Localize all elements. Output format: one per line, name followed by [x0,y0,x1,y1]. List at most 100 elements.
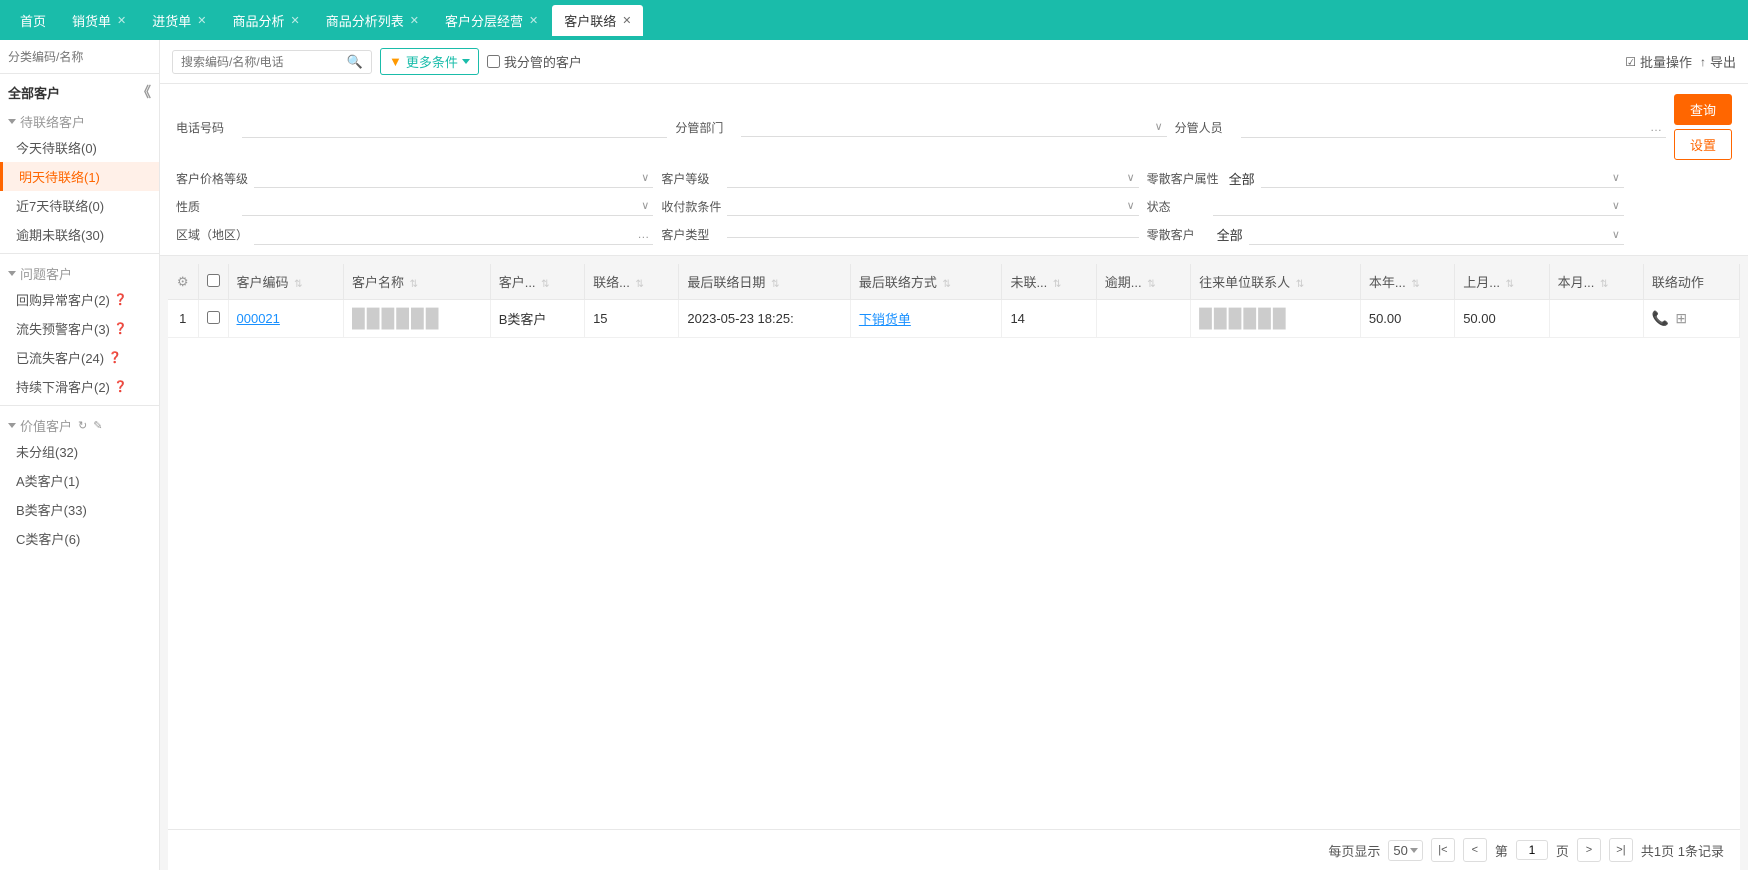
sidebar-item-class-c[interactable]: C类客户(6) [0,524,159,553]
customer-level-select[interactable]: ∨ [727,168,1138,188]
customer-name-masked: ██████ [352,308,441,328]
customer-type-select[interactable] [727,231,1138,238]
sort-contact[interactable]: ⇅ [636,279,644,290]
sidebar-search-input[interactable] [8,50,160,64]
prev-page-btn[interactable]: < [1463,838,1487,862]
sort-type[interactable]: ⇅ [541,279,549,290]
row-last-date: 2023-05-23 18:25: [679,300,850,338]
customer-code-link[interactable]: 000021 [237,311,280,326]
dept-select[interactable]: ∨ [741,117,1166,137]
col-checkbox [198,264,228,300]
sidebar-collapse-btn[interactable]: 《 [137,82,151,102]
page-size-select[interactable]: 50 [1388,840,1422,861]
nav-close-tier[interactable]: ✕ [529,14,538,27]
sidebar-item-declining[interactable]: 持续下滑客户(2) ❓ [0,372,159,401]
sidebar-item-tomorrow[interactable]: 明天待联络(1) [0,162,159,191]
all-customers-label[interactable]: 全部客户 [8,83,60,102]
price-level-select[interactable]: ∨ [254,168,653,188]
nav-close-purchase[interactable]: ✕ [197,14,206,27]
table-footer: 每页显示 50 |< < 第 页 > >| 共1页 1条记录 [168,829,1740,870]
nav-customer-tier[interactable]: 客户分层经营 ✕ [433,5,550,36]
nav-purchase-order[interactable]: 进货单 ✕ [140,5,218,36]
next-page-btn[interactable]: > [1577,838,1601,862]
row-checkbox-cell [198,300,228,338]
sort-last-month[interactable]: ⇅ [1506,279,1514,290]
sort-overdue[interactable]: ⇅ [1147,279,1155,290]
nav-close-product-list[interactable]: ✕ [410,14,419,27]
sidebar-item-class-b[interactable]: B类客户(33) [0,495,159,524]
col-gear: ⚙ [168,264,198,300]
nav-sales-order[interactable]: 销货单 ✕ [60,5,138,36]
nav-customer-contact[interactable]: 客户联络 ✕ [552,5,643,36]
action-phone-icon[interactable]: 📞 [1652,310,1669,327]
dept-chevron: ∨ [1155,120,1163,133]
sort-this-year[interactable]: ⇅ [1411,279,1419,290]
sidebar-item-churned[interactable]: 已流失客户(24) ❓ [0,343,159,372]
nav-product-analysis-list[interactable]: 商品分析列表 ✕ [314,5,431,36]
sidebar-item-overdue[interactable]: 逾期未联络(30) [0,220,159,249]
first-page-btn[interactable]: |< [1431,838,1455,862]
setting-button[interactable]: 设置 [1674,129,1732,160]
page-input[interactable] [1516,840,1548,860]
sort-unit-contact[interactable]: ⇅ [1296,279,1304,290]
my-customer-checkbox-label[interactable]: 我分管的客户 [487,52,582,71]
group-label-problem: 问题客户 [0,258,159,285]
area-more[interactable]: … [637,227,649,241]
row-this-year: 50.00 [1360,300,1454,338]
sort-name[interactable]: ⇅ [410,279,418,290]
row-checkbox[interactable] [207,311,220,324]
last-method-link[interactable]: 下销货单 [859,312,911,327]
main-layout: 🔍 全部客户 《 待联络客户 今天待联络(0) 明天待联络(1) 近7天待联络(… [0,40,1748,870]
sidebar: 🔍 全部客户 《 待联络客户 今天待联络(0) 明天待联络(1) 近7天待联络(… [0,40,160,870]
sidebar-item-class-a[interactable]: A类客户(1) [0,466,159,495]
status-select[interactable]: ∨ [1213,196,1624,216]
nav-close-sales[interactable]: ✕ [117,14,126,27]
select-all-checkbox[interactable] [207,274,220,287]
sort-last-method[interactable]: ⇅ [942,279,950,290]
my-customer-checkbox[interactable] [487,55,500,68]
nav-product-analysis[interactable]: 商品分析 ✕ [220,5,311,36]
sort-last-date[interactable]: ⇅ [771,279,779,290]
person-select[interactable]: … [1241,117,1666,138]
sidebar-item-repurchase[interactable]: 回购异常客户(2) ❓ [0,285,159,314]
nav-home[interactable]: 首页 [8,5,58,36]
sidebar-item-today[interactable]: 今天待联络(0) [0,133,159,162]
row-no: 1 [168,300,198,338]
page-suffix: 页 [1556,841,1569,860]
nav-close-contact[interactable]: ✕ [622,14,631,27]
retail-attr-select[interactable]: ∨ [1261,168,1624,188]
retail-customer-select[interactable]: ∨ [1249,225,1624,245]
query-button[interactable]: 查询 [1674,94,1732,125]
filter-retail-customer: 零散客户 全部 ∨ [1147,225,1624,245]
help-icon-churn: ❓ [114,322,128,335]
sort-this-month[interactable]: ⇅ [1600,279,1608,290]
sidebar-item-ungrouped[interactable]: 未分组(32) [0,437,159,466]
search-icon[interactable]: 🔍 [347,54,363,70]
person-more[interactable]: … [1650,120,1662,134]
sidebar-item-7days[interactable]: 近7天待联络(0) [0,191,159,220]
top-nav: 首页 销货单 ✕ 进货单 ✕ 商品分析 ✕ 商品分析列表 ✕ 客户分层经营 ✕ … [0,0,1748,40]
sort-code[interactable]: ⇅ [294,279,302,290]
gear-icon[interactable]: ⚙ [177,274,189,289]
col-contact-count: 联络... ⇅ [585,264,679,300]
value-group-edit[interactable]: ✎ [93,419,102,432]
value-group-refresh[interactable]: ↻ [78,419,87,432]
sidebar-item-churn-warning[interactable]: 流失预警客户(3) ❓ [0,314,159,343]
search-input[interactable] [181,55,343,69]
gender-select[interactable]: ∨ [242,196,653,216]
action-grid-icon[interactable]: ⊞ [1675,310,1687,327]
last-page-btn[interactable]: >| [1609,838,1633,862]
phone-input[interactable] [242,117,667,138]
sort-unlinked[interactable]: ⇅ [1053,279,1061,290]
nav-close-product[interactable]: ✕ [291,14,300,27]
table-row: 1 000021 ██████ B类客户 [168,300,1740,338]
col-unit-contact: 往来单位联系人 ⇅ [1191,264,1361,300]
area-select[interactable]: … [254,224,653,245]
more-filter-button[interactable]: ▼ 更多条件 [380,48,479,75]
row-code: 000021 [228,300,343,338]
payment-select[interactable]: ∨ [727,196,1138,216]
export-button[interactable]: ↑ 导出 [1700,52,1736,71]
col-unlinked: 未联... ⇅ [1002,264,1096,300]
customer-level-chevron: ∨ [1127,171,1135,184]
batch-operation-button[interactable]: ☑ 批量操作 [1625,52,1692,71]
